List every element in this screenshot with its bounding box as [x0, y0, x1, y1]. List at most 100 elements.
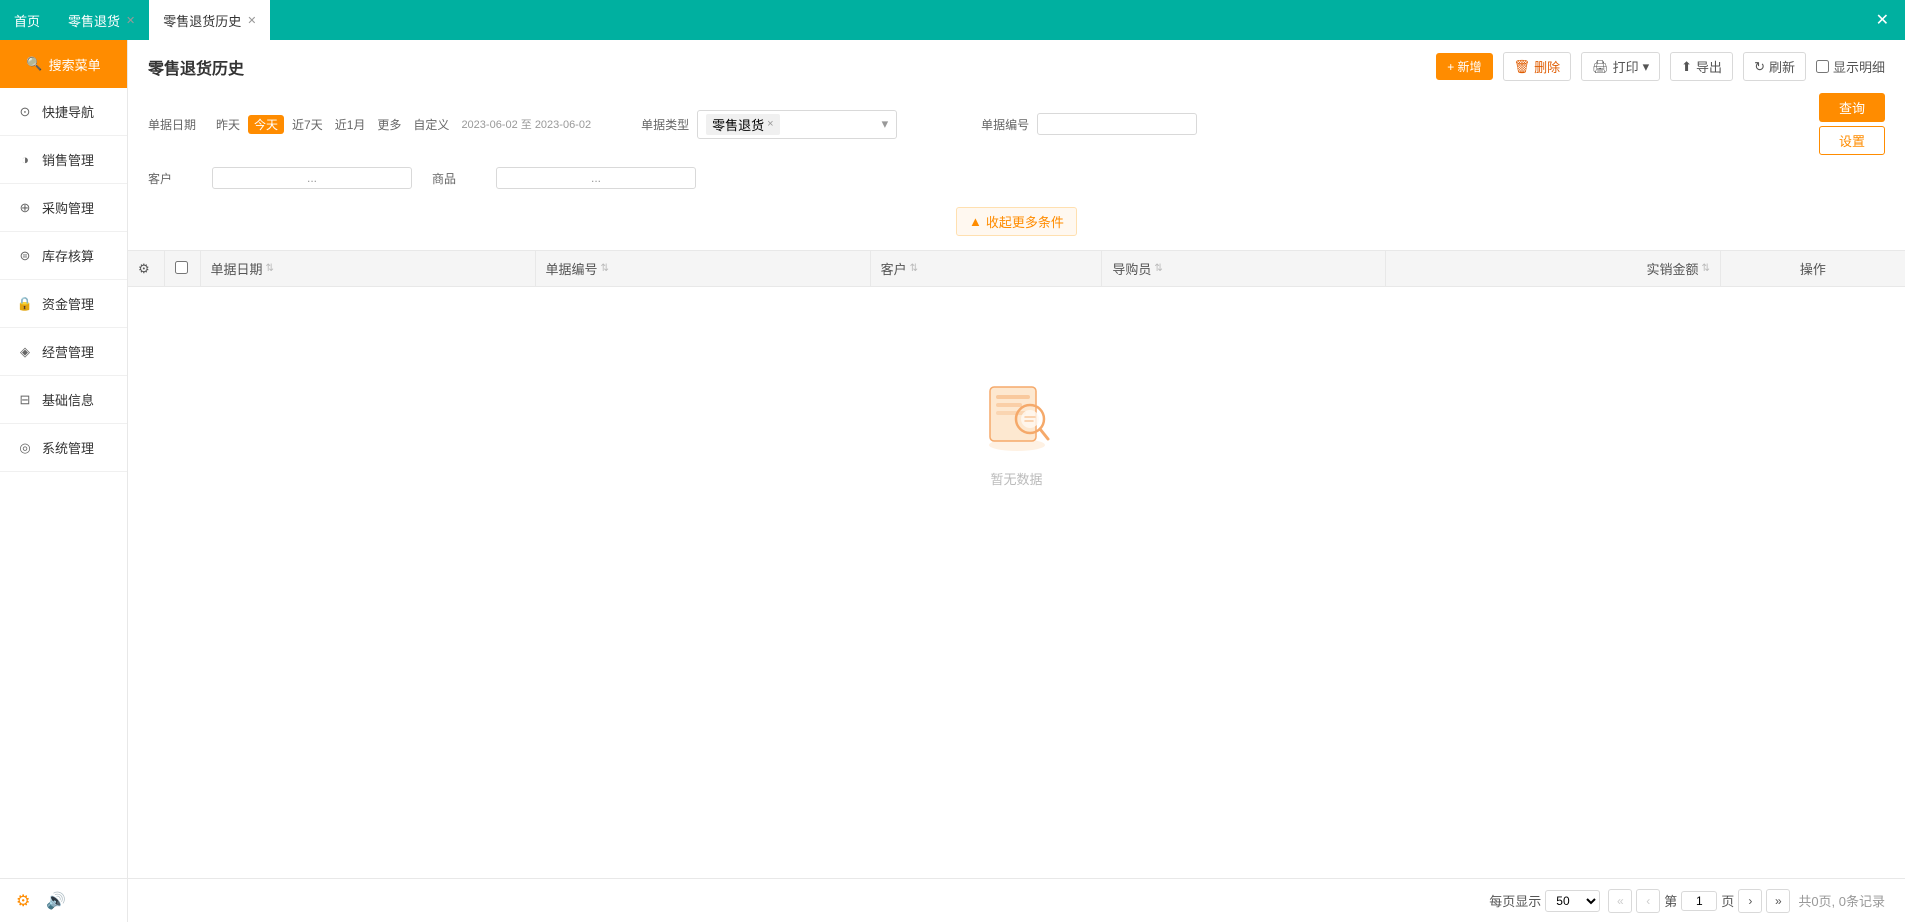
search-icon: 🔍 — [26, 56, 42, 72]
finance-mgmt-icon: 🔒 — [16, 295, 34, 313]
empty-illustration — [972, 367, 1062, 457]
basic-info-icon: ⊟ — [16, 391, 34, 409]
sidebar-item-quick-nav-label: 快捷导航 — [42, 102, 94, 121]
collapse-row: ▲ 收起更多条件 — [148, 203, 1885, 250]
date-opt-last7[interactable]: 近7天 — [288, 115, 327, 134]
customer-select-button[interactable]: ... — [212, 167, 412, 189]
tab-retail-return-label: 零售退货 — [68, 11, 120, 30]
quick-nav-icon: ⊙ — [16, 103, 34, 121]
audio-button[interactable]: 🔊 — [46, 891, 66, 911]
doc-type-filter: 单据类型 零售退货 × ▾ — [641, 110, 941, 139]
empty-text: 暂无数据 — [990, 469, 1042, 488]
date-opt-custom[interactable]: 自定义 — [409, 115, 453, 134]
tab-home[interactable]: 首页 — [0, 0, 54, 40]
set-button[interactable]: 设置 — [1819, 126, 1885, 155]
table-header-row: ⚙ 单据日期 ⇅ 单据编号 — [128, 251, 1905, 287]
date-opt-more[interactable]: 更多 — [373, 115, 405, 134]
date-range-display: 2023-06-02 至 2023-06-02 — [461, 116, 591, 132]
sidebar-item-sys-mgmt-label: 系统管理 — [42, 438, 94, 457]
doc-no-label: 单据编号 — [981, 116, 1037, 133]
sidebar-item-quick-nav[interactable]: ⊙ 快捷导航 — [0, 88, 127, 136]
delete-button[interactable]: 🗑 删除 — [1503, 52, 1572, 81]
sidebar-search-label: 搜索菜单 — [49, 55, 101, 74]
delete-icon: 🗑 — [1514, 59, 1531, 75]
print-button[interactable]: 🖨 打印 ▾ — [1581, 52, 1660, 81]
page-header: 零售退货历史 + 新增 🗑 删除 🖨 打印 ▾ ⬆ 导出 — [128, 40, 1905, 251]
filter-section: 单据日期 昨天 今天 近7天 近1月 更多 自定义 2023-06-02 至 2… — [148, 93, 1885, 250]
sidebar-item-basic-info-label: 基础信息 — [42, 390, 94, 409]
doc-no-filter: 单据编号 — [981, 113, 1197, 135]
col-settings: ⚙ — [128, 251, 164, 287]
show-detail-checkbox-label[interactable]: 显示明细 — [1816, 57, 1885, 76]
guide-sort-icon[interactable]: ⇅ — [1154, 263, 1162, 274]
tab-retail-return-history-label: 零售退货历史 — [163, 11, 241, 30]
doc-no-sort-icon[interactable]: ⇅ — [601, 263, 609, 274]
sidebar-item-sys-mgmt[interactable]: ◎ 系统管理 — [0, 424, 127, 472]
customer-sort-icon[interactable]: ⇅ — [910, 263, 918, 274]
table-settings-icon[interactable]: ⚙ — [138, 261, 150, 276]
goods-select-button[interactable]: ... — [496, 167, 696, 189]
refresh-icon: ↻ — [1754, 59, 1765, 75]
collapse-up-icon: ▲ — [969, 214, 982, 229]
purchase-mgmt-icon: ⊕ — [16, 199, 34, 217]
date-filter-label: 单据日期 — [148, 116, 212, 133]
tab-retail-return-history-close[interactable]: ✕ — [247, 14, 256, 27]
amount-sort-icon[interactable]: ⇅ — [1701, 263, 1709, 274]
sidebar-item-inventory-label: 库存核算 — [42, 246, 94, 265]
table-header: ⚙ 单据日期 ⇅ 单据编号 — [128, 251, 1905, 287]
sidebar-search[interactable]: 🔍 搜索菜单 — [0, 40, 127, 88]
sidebar-item-finance-mgmt[interactable]: 🔒 资金管理 — [0, 280, 127, 328]
page-title-bar: 零售退货历史 + 新增 🗑 删除 🖨 打印 ▾ ⬆ 导出 — [148, 52, 1885, 81]
sidebar-item-inventory[interactable]: ⊜ 库存核算 — [0, 232, 127, 280]
page-last-button[interactable]: » — [1766, 889, 1790, 913]
sidebar-item-basic-info[interactable]: ⊟ 基础信息 — [0, 376, 127, 424]
doc-type-select[interactable]: 零售退货 × ▾ — [697, 110, 897, 139]
sales-mgmt-icon: ◑ — [16, 151, 34, 169]
sidebar-item-sales-mgmt[interactable]: ◑ 销售管理 — [0, 136, 127, 184]
page-size-dropdown[interactable]: 20 50 100 — [1545, 890, 1600, 912]
doc-type-tag: 零售退货 × — [706, 114, 779, 135]
date-opt-last1m[interactable]: 近1月 — [331, 115, 370, 134]
doc-type-tag-remove[interactable]: × — [767, 118, 773, 130]
export-icon: ⬆ — [1681, 59, 1692, 75]
collapse-button[interactable]: ▲ 收起更多条件 — [956, 207, 1077, 236]
add-button[interactable]: + 新增 — [1436, 53, 1492, 80]
tab-retail-return-history[interactable]: 零售退货历史 ✕ — [149, 0, 270, 40]
data-table: ⚙ 单据日期 ⇅ 单据编号 — [128, 251, 1905, 528]
page-prev-button[interactable]: ‹ — [1636, 889, 1660, 913]
page-title: 零售退货历史 — [148, 55, 244, 79]
goods-filter-label: 商品 — [432, 170, 496, 187]
main-layout: 🔍 搜索菜单 ⊙ 快捷导航 ◑ 销售管理 ⊕ 采购管理 ⊜ 库存核算 🔒 资金 — [0, 40, 1905, 922]
page-first-button[interactable]: « — [1608, 889, 1632, 913]
filter-row-1: 单据日期 昨天 今天 近7天 近1月 更多 自定义 2023-06-02 至 2… — [148, 93, 1885, 159]
page-next-button[interactable]: › — [1738, 889, 1762, 913]
window-close-button[interactable]: ✕ — [1860, 10, 1905, 30]
filter-row-2: 客户 ... 商品 ... — [148, 167, 1885, 195]
date-opt-yesterday[interactable]: 昨天 — [212, 115, 244, 134]
page-number-input[interactable] — [1681, 891, 1717, 911]
doc-date-sort-icon[interactable]: ⇅ — [266, 263, 274, 274]
sidebar-item-purchase-mgmt[interactable]: ⊕ 采购管理 — [0, 184, 127, 232]
select-all-checkbox[interactable] — [175, 261, 188, 274]
tab-retail-return[interactable]: 零售退货 ✕ — [54, 0, 149, 40]
empty-state: 暂无数据 — [128, 287, 1905, 528]
sidebar-item-sales-mgmt-label: 销售管理 — [42, 150, 94, 169]
sidebar-item-ops-mgmt-label: 经营管理 — [42, 342, 94, 361]
sidebar-item-ops-mgmt[interactable]: ◈ 经营管理 — [0, 328, 127, 376]
ops-mgmt-icon: ◈ — [16, 343, 34, 361]
settings-button[interactable]: ⚙ — [16, 891, 30, 911]
show-detail-checkbox[interactable] — [1816, 60, 1829, 73]
date-opt-today[interactable]: 今天 — [248, 115, 284, 134]
empty-state-cell: 暂无数据 — [128, 287, 1905, 529]
refresh-button[interactable]: ↻ 刷新 — [1743, 52, 1806, 81]
sidebar-bottom: ⚙ 🔊 — [0, 878, 127, 922]
page-total-info: 共0页, 0条记录 — [1798, 891, 1885, 910]
export-button[interactable]: ⬆ 导出 — [1670, 52, 1733, 81]
doc-no-input[interactable] — [1037, 113, 1197, 135]
query-button[interactable]: 查询 — [1819, 93, 1885, 122]
sys-mgmt-icon: ◎ — [16, 439, 34, 457]
tab-retail-return-close[interactable]: ✕ — [126, 14, 135, 27]
toolbar: + 新增 🗑 删除 🖨 打印 ▾ ⬆ 导出 ↻ — [1436, 52, 1885, 81]
empty-state-row: 暂无数据 — [128, 287, 1905, 529]
doc-type-dropdown-icon: ▾ — [882, 116, 889, 132]
